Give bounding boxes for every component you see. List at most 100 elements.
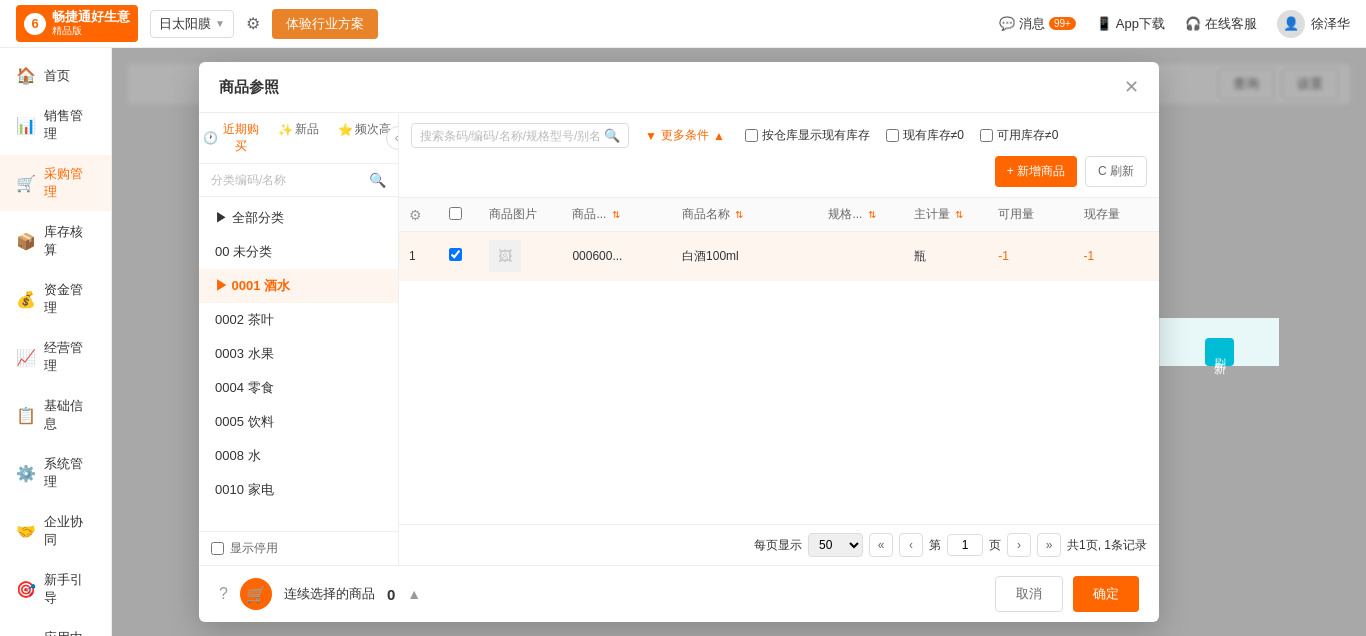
first-page-btn[interactable]: « — [869, 533, 893, 557]
filter-icon: ▼ — [645, 129, 657, 143]
pagination-bar: 每页显示 20 50 100 « ‹ 第 页 › — [399, 524, 1159, 565]
category-item-0008-label: 0008 水 — [215, 447, 261, 465]
nav-selector[interactable]: 日太阳膜 ▼ — [150, 10, 234, 38]
th-stock: 现存量 — [1074, 198, 1159, 232]
help-icon[interactable]: ? — [219, 585, 228, 603]
product-search-box: 🔍 — [411, 123, 629, 148]
main-content: 查询 设置 商品参照 ✕ — [112, 48, 1366, 636]
phone-icon: 📱 — [1096, 16, 1112, 31]
checkbox-group: 按仓库显示现有库存 现有库存≠0 可用库存≠0 — [745, 127, 1059, 144]
cart-btn[interactable]: 🛒 — [240, 578, 272, 610]
next-page-btn[interactable]: › — [1007, 533, 1031, 557]
product-search-input[interactable] — [420, 129, 600, 143]
sidebar-item-purchase[interactable]: 🛒 采购管理 — [0, 155, 111, 211]
category-search-input[interactable] — [211, 173, 365, 187]
collab-icon: 🤝 — [16, 522, 36, 541]
sidebar-item-inventory[interactable]: 📦 库存核算 — [0, 213, 111, 269]
checkbox-usable-input[interactable] — [980, 129, 993, 142]
category-search-icon[interactable]: 🔍 — [369, 172, 386, 188]
checkbox-warehouse-input[interactable] — [745, 129, 758, 142]
page-label2: 页 — [989, 537, 1001, 554]
message-badge: 99+ — [1049, 17, 1076, 30]
sidebar-item-basic[interactable]: 📋 基础信息 — [0, 387, 111, 443]
sort-spec-icon: ⇅ — [868, 209, 876, 220]
th-code[interactable]: 商品... ⇅ — [562, 198, 672, 232]
th-unit[interactable]: 主计量 ⇅ — [904, 198, 989, 232]
message-nav-item[interactable]: 💬 消息 99+ — [999, 15, 1076, 33]
cell-img: 🖼 — [479, 232, 562, 281]
category-list: ▶ 全部分类 00 未分类 ▶ 0001 酒水 0002 茶叶 — [199, 197, 398, 531]
row-checkbox[interactable] — [449, 248, 462, 261]
category-item-0010[interactable]: 0010 家电 — [199, 473, 398, 507]
checkbox-available-input[interactable] — [886, 129, 899, 142]
cell-available: -1 — [988, 232, 1073, 281]
checkbox-warehouse[interactable]: 按仓库显示现有库存 — [745, 127, 870, 144]
category-item-0001[interactable]: ▶ 0001 酒水 — [199, 269, 398, 303]
experience-btn[interactable]: 体验行业方案 — [272, 9, 378, 39]
sidebar-item-sales[interactable]: 📊 销售管理 — [0, 97, 111, 153]
cancel-btn[interactable]: 取消 — [995, 576, 1063, 612]
sort-unit-icon: ⇅ — [955, 209, 963, 220]
category-tabs: 🕐 近期购买 ✨ 新品 — [199, 113, 398, 164]
sidebar-label-finance: 资金管理 — [44, 281, 95, 317]
th-name[interactable]: 商品名称 ⇅ — [672, 198, 818, 232]
page-size-label: 每页显示 — [754, 537, 802, 554]
table-row[interactable]: 1 🖼 000600... 白酒100ml — [399, 232, 1159, 281]
page-number-input[interactable] — [947, 534, 983, 556]
logo-sub: 精品版 — [52, 24, 130, 38]
sidebar-item-system[interactable]: ⚙️ 系统管理 — [0, 445, 111, 501]
sidebar-label-apps: 应用中心 — [44, 629, 95, 636]
th-check — [439, 198, 479, 232]
settings-icon[interactable]: ⚙ — [246, 14, 260, 33]
category-item-all[interactable]: ▶ 全部分类 — [199, 201, 398, 235]
category-item-00[interactable]: 00 未分类 — [199, 235, 398, 269]
sidebar-label-system: 系统管理 — [44, 455, 95, 491]
refresh-btn[interactable]: C 刷新 — [1085, 156, 1147, 187]
user-area[interactable]: 👤 徐泽华 — [1277, 10, 1350, 38]
category-item-0003-label: 0003 水果 — [215, 345, 274, 363]
confirm-btn[interactable]: 确定 — [1073, 576, 1139, 612]
modal-footer: ? 🛒 连续选择的商品 0 ▲ 取消 确定 — [199, 565, 1159, 622]
sidebar-item-finance[interactable]: 💰 资金管理 — [0, 271, 111, 327]
checkbox-available-label: 现有库存≠0 — [903, 127, 964, 144]
nav-selector-text: 日太阳膜 — [159, 15, 211, 33]
category-item-0002[interactable]: 0002 茶叶 — [199, 303, 398, 337]
filter-btn[interactable]: ▼ 更多条件 ▲ — [637, 123, 733, 148]
sidebar-item-guide[interactable]: 🎯 新手引导 — [0, 561, 111, 617]
product-table: ⚙ 商品图片 — [399, 198, 1159, 281]
cat-tab-recent[interactable]: 🕐 近期购买 — [199, 113, 265, 163]
sales-icon: 📊 — [16, 116, 36, 135]
select-all-checkbox[interactable] — [449, 207, 462, 220]
add-product-btn[interactable]: + 新增商品 — [995, 156, 1077, 187]
checkbox-usable[interactable]: 可用库存≠0 — [980, 127, 1058, 144]
category-item-0005[interactable]: 0005 饮料 — [199, 405, 398, 439]
sidebar-item-apps[interactable]: 📱 应用中心 — [0, 619, 111, 636]
cart-icon: 🛒 — [246, 585, 266, 604]
sidebar-item-home[interactable]: 🏠 首页 — [0, 56, 111, 95]
sidebar-item-collab[interactable]: 🤝 企业协同 — [0, 503, 111, 559]
purchase-icon: 🛒 — [16, 174, 36, 193]
fold-icon[interactable]: ▲ — [407, 586, 421, 602]
prev-page-btn[interactable]: ‹ — [899, 533, 923, 557]
inventory-icon: 📦 — [16, 232, 36, 251]
category-item-0008[interactable]: 0008 水 — [199, 439, 398, 473]
cat-tab-new[interactable]: ✨ 新品 — [265, 113, 331, 163]
page-size-select[interactable]: 20 50 100 — [808, 533, 863, 557]
sidebar-item-operation[interactable]: 📈 经营管理 — [0, 329, 111, 385]
sidebar-label-collab: 企业协同 — [44, 513, 95, 549]
show-disabled-label[interactable]: 显示停用 — [230, 540, 278, 557]
show-disabled-checkbox[interactable] — [211, 542, 224, 555]
modal-close-icon[interactable]: ✕ — [1124, 76, 1139, 98]
category-item-0003[interactable]: 0003 水果 — [199, 337, 398, 371]
last-page-btn[interactable]: » — [1037, 533, 1061, 557]
online-service-nav-item[interactable]: 🎧 在线客服 — [1185, 15, 1257, 33]
finance-icon: 💰 — [16, 290, 36, 309]
new-icon: ✨ — [278, 123, 293, 137]
column-settings-icon[interactable]: ⚙ — [409, 207, 422, 223]
app-download-nav-item[interactable]: 📱 App下载 — [1096, 15, 1165, 33]
category-item-0004[interactable]: 0004 零食 — [199, 371, 398, 405]
checkbox-available[interactable]: 现有库存≠0 — [886, 127, 964, 144]
th-spec[interactable]: 规格... ⇅ — [818, 198, 903, 232]
th-settings: ⚙ — [399, 198, 439, 232]
product-search-icon[interactable]: 🔍 — [604, 128, 620, 143]
